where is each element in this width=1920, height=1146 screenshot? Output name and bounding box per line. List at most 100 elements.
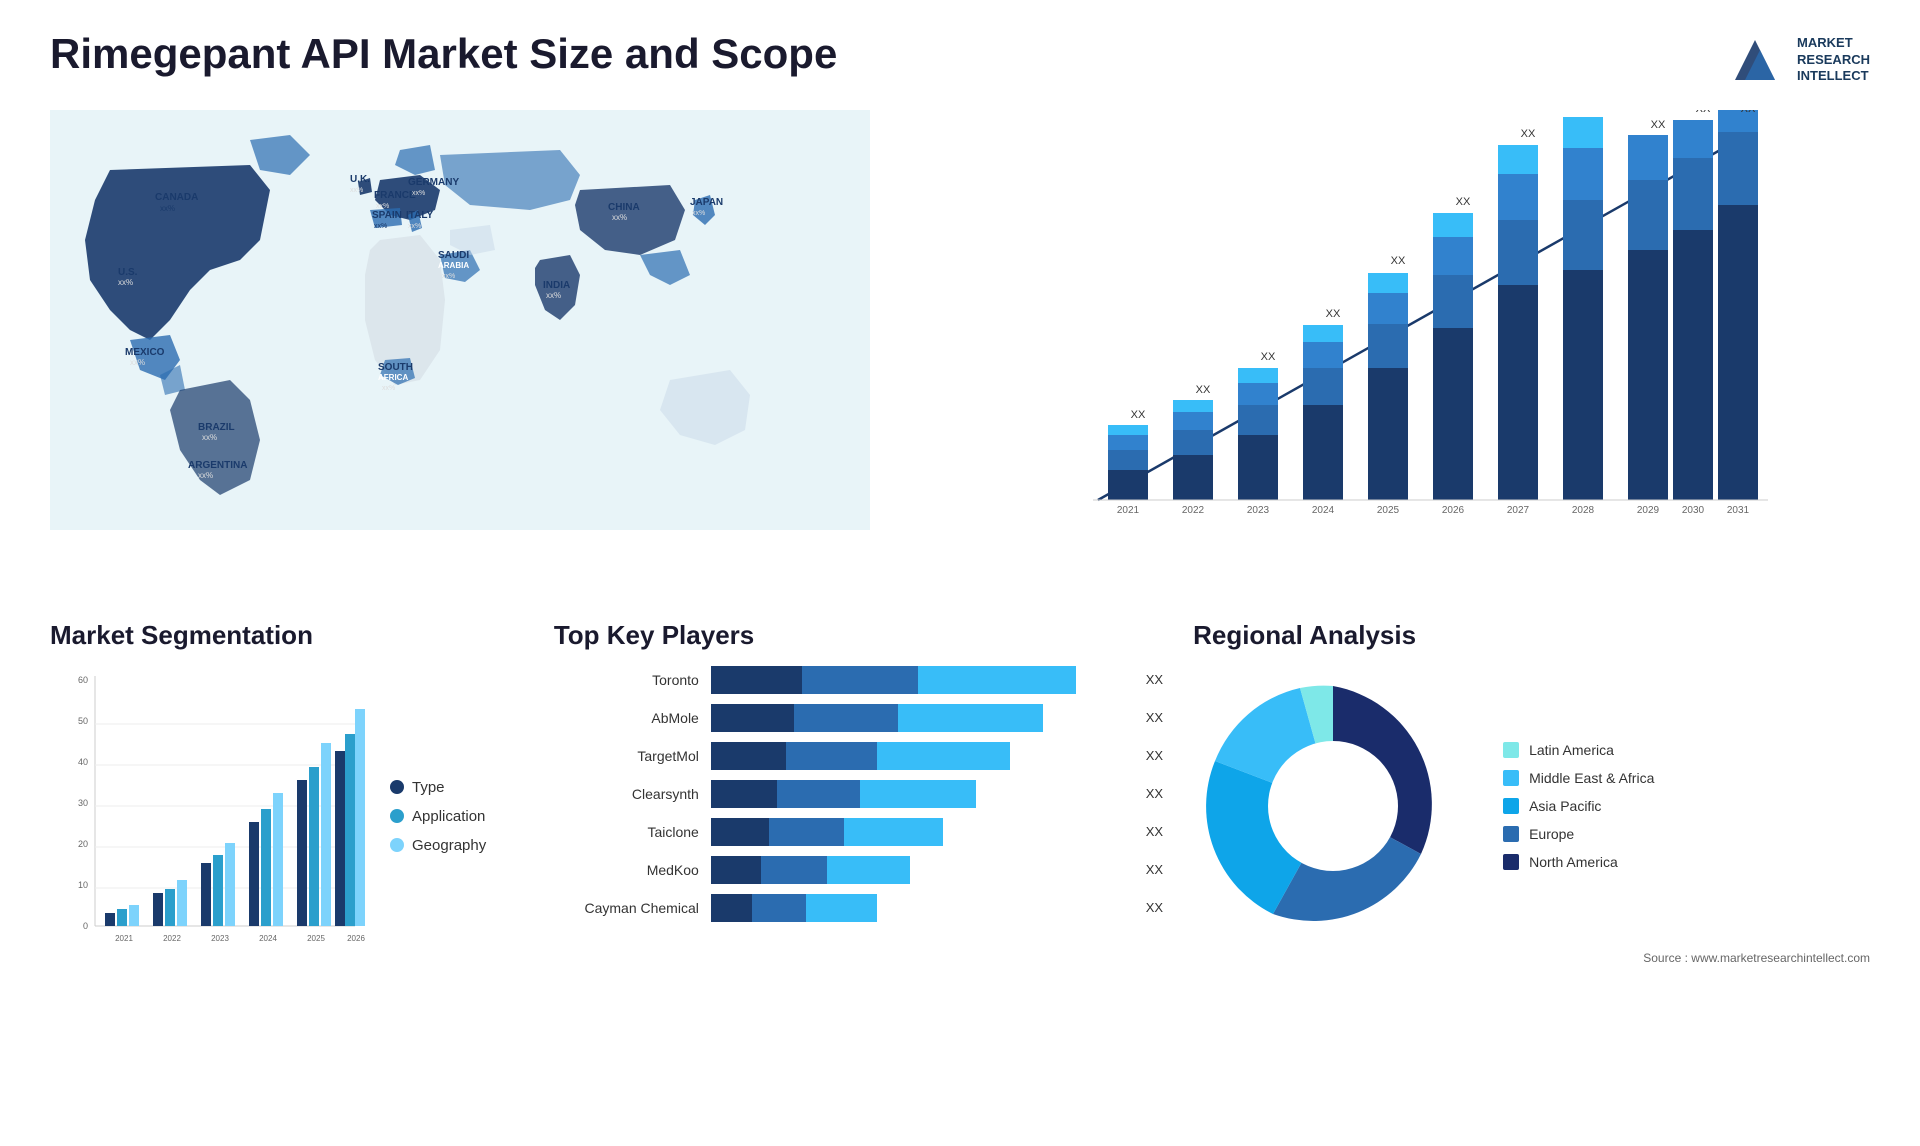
svg-text:SPAIN: SPAIN bbox=[372, 210, 402, 221]
player-xx: XX bbox=[1146, 666, 1163, 694]
legend-application: Application bbox=[390, 808, 486, 825]
svg-text:XX: XX bbox=[1650, 119, 1665, 131]
player-bar-container bbox=[711, 742, 1126, 770]
svg-text:xx%: xx% bbox=[546, 291, 561, 300]
svg-text:2023: 2023 bbox=[211, 934, 229, 943]
player-name: Clearsynth bbox=[554, 786, 699, 802]
svg-text:xx%: xx% bbox=[350, 187, 363, 194]
player-xx: XX bbox=[1146, 780, 1163, 808]
svg-text:SAUDI: SAUDI bbox=[438, 250, 469, 261]
middle-east-color bbox=[1503, 770, 1519, 786]
top-row: CANADA xx% U.S. xx% MEXICO xx% BRAZIL xx… bbox=[50, 110, 1870, 590]
svg-text:2031: 2031 bbox=[1727, 505, 1750, 516]
svg-text:xx%: xx% bbox=[376, 203, 389, 210]
player-xx: XX bbox=[1146, 856, 1163, 884]
north-america-color bbox=[1503, 854, 1519, 870]
legend-app-label: Application bbox=[412, 808, 485, 825]
svg-text:2023: 2023 bbox=[1247, 505, 1270, 516]
legend-europe: Europe bbox=[1503, 826, 1654, 842]
player-bar-container bbox=[711, 818, 1126, 846]
player-name: Toronto bbox=[554, 672, 699, 688]
list-item: MedKoo XX bbox=[554, 856, 1163, 884]
svg-text:10: 10 bbox=[78, 880, 88, 890]
list-item: Clearsynth XX bbox=[554, 780, 1163, 808]
svg-text:xx%: xx% bbox=[442, 273, 455, 280]
svg-text:50: 50 bbox=[78, 716, 88, 726]
logo-text: MARKET RESEARCH INTELLECT bbox=[1797, 35, 1870, 86]
player-bar bbox=[711, 818, 1126, 846]
svg-text:XX: XX bbox=[1325, 308, 1340, 320]
player-bar-container bbox=[711, 666, 1126, 694]
segmentation-section: Market Segmentation 0 10 20 30 40 50 60 bbox=[50, 620, 524, 1040]
source-text: Source : www.marketresearchintellect.com bbox=[1193, 951, 1870, 965]
regional-section: Regional Analysis bbox=[1193, 620, 1870, 1040]
player-bar bbox=[711, 856, 1126, 884]
legend-type-label: Type bbox=[412, 779, 445, 796]
svg-text:XX: XX bbox=[1260, 351, 1275, 363]
bar-chart-svg: 2021 XX 2022 XX 2023 XX bbox=[1018, 110, 1768, 560]
svg-text:2030: 2030 bbox=[1682, 505, 1705, 516]
svg-text:XX: XX bbox=[1130, 409, 1145, 421]
svg-text:XX: XX bbox=[1740, 110, 1755, 115]
svg-text:MEXICO: MEXICO bbox=[125, 347, 165, 358]
seg-chart-container: 0 10 20 30 40 50 60 bbox=[50, 666, 524, 966]
svg-text:xx%: xx% bbox=[202, 433, 217, 442]
europe-color bbox=[1503, 826, 1519, 842]
player-bar-container bbox=[711, 894, 1126, 922]
player-name: Taiclone bbox=[554, 824, 699, 840]
legend-geo-dot bbox=[390, 838, 404, 852]
list-item: Taiclone XX bbox=[554, 818, 1163, 846]
svg-text:60: 60 bbox=[78, 675, 88, 685]
page-title: Rimegepant API Market Size and Scope bbox=[50, 30, 837, 78]
svg-text:FRANCE: FRANCE bbox=[374, 190, 416, 201]
svg-text:xx%: xx% bbox=[412, 190, 425, 197]
legend-asia-pacific: Asia Pacific bbox=[1503, 798, 1654, 814]
svg-text:xx%: xx% bbox=[374, 223, 387, 230]
player-bar-container bbox=[711, 704, 1126, 732]
svg-text:U.K.: U.K. bbox=[350, 174, 370, 185]
legend-middle-east: Middle East & Africa bbox=[1503, 770, 1654, 786]
player-xx: XX bbox=[1146, 818, 1163, 846]
header-row: Rimegepant API Market Size and Scope MAR… bbox=[50, 30, 1870, 90]
players-chart: Toronto XX AbMole bbox=[554, 666, 1163, 922]
list-item: Toronto XX bbox=[554, 666, 1163, 694]
player-bar-container bbox=[711, 856, 1126, 884]
player-name: TargetMol bbox=[554, 748, 699, 764]
asia-pacific-color bbox=[1503, 798, 1519, 814]
svg-text:ITALY: ITALY bbox=[406, 210, 434, 221]
svg-text:XX: XX bbox=[1520, 128, 1535, 140]
svg-text:XX: XX bbox=[1195, 384, 1210, 396]
svg-text:XX: XX bbox=[1695, 110, 1710, 115]
regional-legend: Latin America Middle East & Africa Asia … bbox=[1503, 742, 1654, 870]
svg-text:0: 0 bbox=[83, 921, 88, 931]
list-item: Cayman Chemical XX bbox=[554, 894, 1163, 922]
latin-america-color bbox=[1503, 742, 1519, 758]
svg-text:2021: 2021 bbox=[115, 934, 133, 943]
middle-east-label: Middle East & Africa bbox=[1529, 770, 1654, 786]
player-xx: XX bbox=[1146, 894, 1163, 922]
svg-text:ARABIA: ARABIA bbox=[438, 261, 469, 270]
player-bar bbox=[711, 704, 1126, 732]
logo-area: MARKET RESEARCH INTELLECT bbox=[1725, 30, 1870, 90]
svg-text:xx%: xx% bbox=[130, 358, 145, 367]
legend-geography: Geography bbox=[390, 837, 486, 854]
svg-text:40: 40 bbox=[78, 757, 88, 767]
svg-text:xx%: xx% bbox=[612, 213, 627, 222]
svg-text:2024: 2024 bbox=[1312, 505, 1335, 516]
player-bar bbox=[711, 894, 1126, 922]
player-bar-container bbox=[711, 780, 1126, 808]
list-item: TargetMol XX bbox=[554, 742, 1163, 770]
svg-text:2025: 2025 bbox=[1377, 505, 1400, 516]
svg-text:20: 20 bbox=[78, 839, 88, 849]
player-name: MedKoo bbox=[554, 862, 699, 878]
svg-text:INDIA: INDIA bbox=[543, 280, 570, 291]
regional-title: Regional Analysis bbox=[1193, 620, 1870, 651]
logo-icon bbox=[1725, 30, 1785, 90]
svg-text:2025: 2025 bbox=[307, 934, 325, 943]
asia-pacific-label: Asia Pacific bbox=[1529, 798, 1601, 814]
legend-north-america: North America bbox=[1503, 854, 1654, 870]
latin-america-label: Latin America bbox=[1529, 742, 1614, 758]
svg-text:2026: 2026 bbox=[347, 934, 365, 943]
svg-text:ARGENTINA: ARGENTINA bbox=[188, 460, 247, 471]
north-america-label: North America bbox=[1529, 854, 1618, 870]
